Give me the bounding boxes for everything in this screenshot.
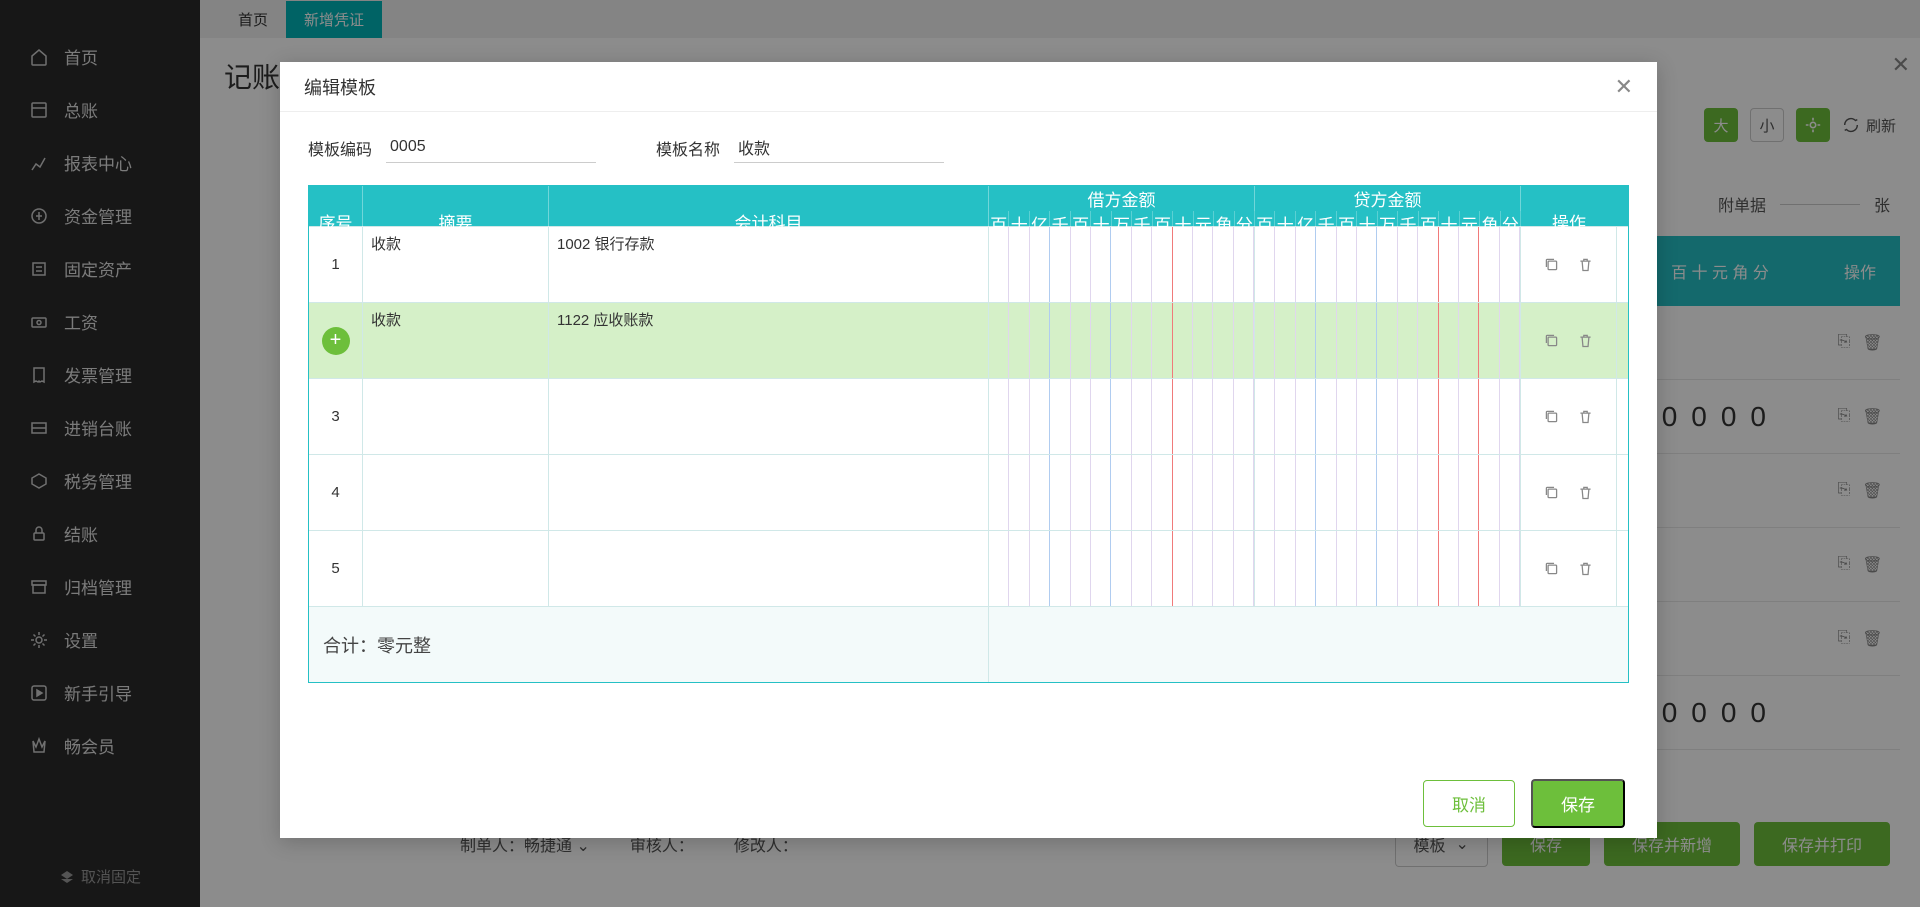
table-row[interactable]: 3 xyxy=(309,378,1628,454)
delete-row-icon[interactable] xyxy=(1577,560,1595,578)
table-row[interactable]: + 收款1122 应收账款 xyxy=(309,302,1628,378)
copy-row-icon[interactable] xyxy=(1543,332,1561,350)
credit-cells[interactable] xyxy=(1255,303,1521,378)
table-row[interactable]: 5 xyxy=(309,530,1628,606)
template-code-label: 模板编码 xyxy=(308,136,372,160)
credit-cells[interactable] xyxy=(1255,531,1521,606)
row-seq: 1 xyxy=(331,256,339,273)
row-seq: 5 xyxy=(331,560,339,577)
save-button[interactable]: 保存 xyxy=(1531,779,1625,828)
delete-row-icon[interactable] xyxy=(1577,332,1595,350)
modal-title: 编辑模板 xyxy=(304,74,376,100)
summary-cell[interactable] xyxy=(363,531,549,606)
add-row-icon[interactable]: + xyxy=(322,327,350,355)
subject-cell[interactable]: 1122 应收账款 xyxy=(549,303,989,378)
subject-cell[interactable]: 1002 银行存款 xyxy=(549,227,989,302)
copy-row-icon[interactable] xyxy=(1543,484,1561,502)
summary-cell[interactable] xyxy=(363,455,549,530)
credit-cells[interactable] xyxy=(1255,455,1521,530)
template-code-input[interactable] xyxy=(386,132,596,163)
row-seq: 3 xyxy=(331,408,339,425)
credit-cells[interactable] xyxy=(1255,227,1521,302)
debit-cells[interactable] xyxy=(989,455,1255,530)
subject-cell[interactable] xyxy=(549,531,989,606)
delete-row-icon[interactable] xyxy=(1577,484,1595,502)
summary-cell[interactable] xyxy=(363,379,549,454)
row-seq: 4 xyxy=(331,484,339,501)
delete-row-icon[interactable] xyxy=(1577,408,1595,426)
delete-row-icon[interactable] xyxy=(1577,256,1595,274)
close-icon[interactable]: ✕ xyxy=(1615,74,1633,100)
template-name-label: 模板名称 xyxy=(656,136,720,160)
subject-cell[interactable] xyxy=(549,455,989,530)
debit-cells[interactable] xyxy=(989,379,1255,454)
copy-row-icon[interactable] xyxy=(1543,560,1561,578)
subject-cell[interactable] xyxy=(549,379,989,454)
table-row[interactable]: 4 xyxy=(309,454,1628,530)
summary-cell[interactable]: 收款 xyxy=(363,303,549,378)
template-name-input[interactable] xyxy=(734,132,944,163)
cancel-button[interactable]: 取消 xyxy=(1423,780,1515,827)
debit-cells[interactable] xyxy=(989,227,1255,302)
summary-cell[interactable]: 收款 xyxy=(363,227,549,302)
total-label: 合计：零元整 xyxy=(309,607,989,682)
copy-row-icon[interactable] xyxy=(1543,256,1561,274)
total-row: 合计：零元整 xyxy=(309,606,1628,682)
th-debit: 借方金额 xyxy=(989,186,1255,211)
template-table: 序号 摘要 会计科目 借方金额 百十亿千百十万千百十元角分 贷方金额 百十亿千百… xyxy=(308,185,1629,683)
debit-cells[interactable] xyxy=(989,303,1255,378)
debit-cells[interactable] xyxy=(989,531,1255,606)
credit-cells[interactable] xyxy=(1255,379,1521,454)
copy-row-icon[interactable] xyxy=(1543,408,1561,426)
th-credit: 贷方金额 xyxy=(1255,186,1521,211)
table-row[interactable]: 1 收款1002 银行存款 xyxy=(309,226,1628,302)
edit-template-modal: 编辑模板 ✕ 模板编码 模板名称 序号 摘要 会计科目 借方金额 百十亿千百十 xyxy=(280,62,1657,838)
